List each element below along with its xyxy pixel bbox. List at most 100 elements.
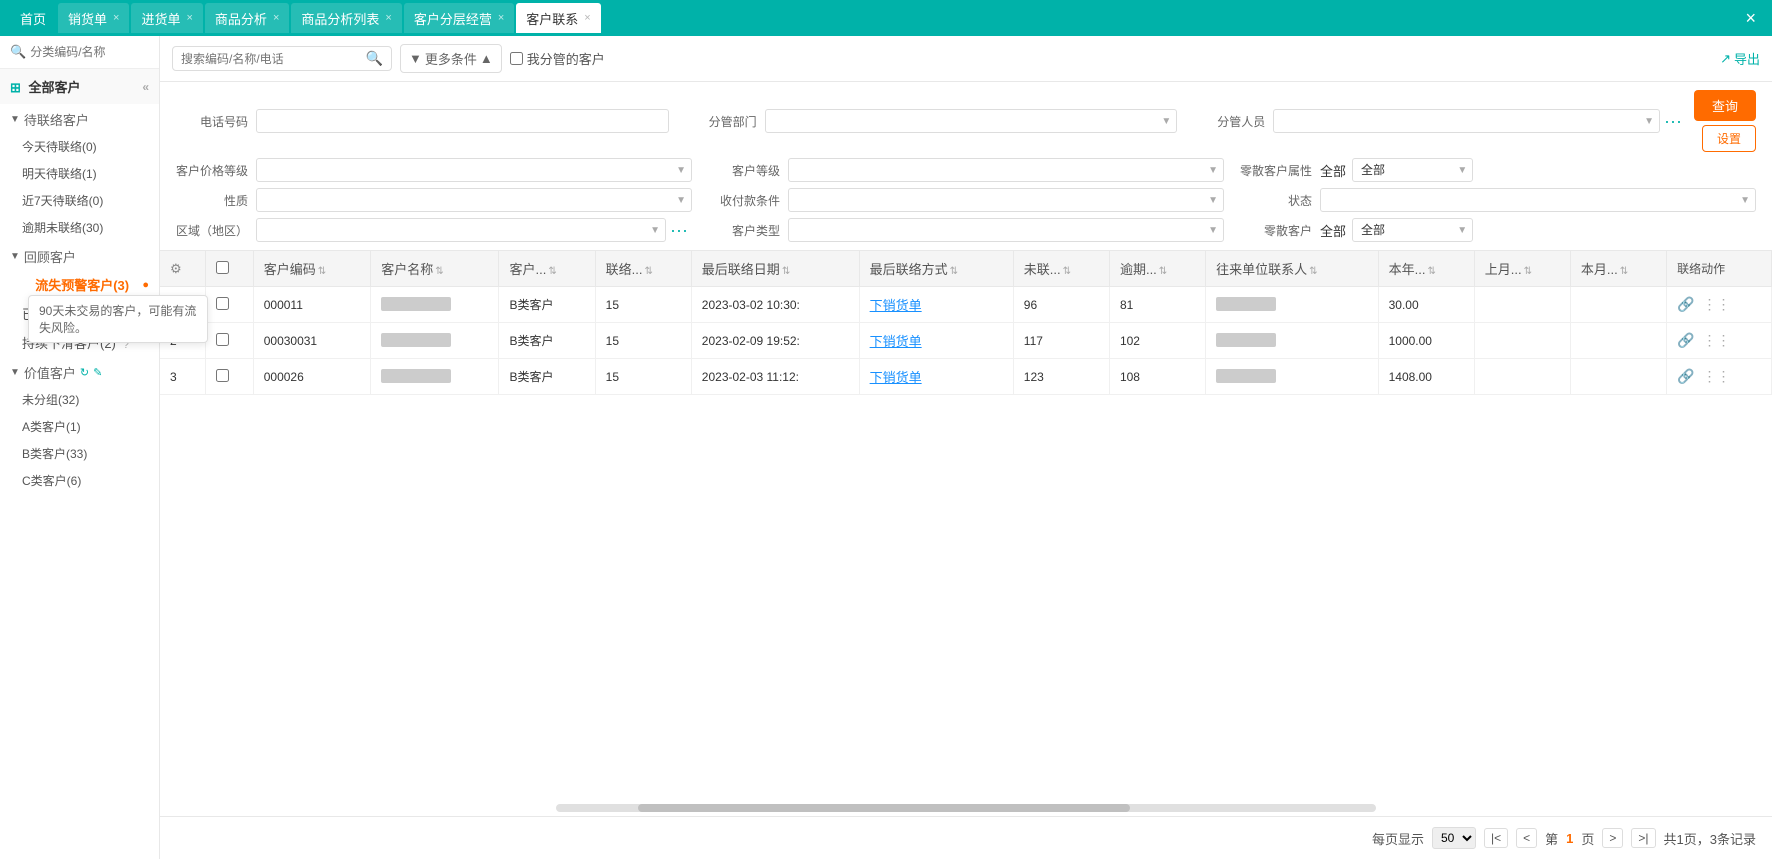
sidebar-all-customers[interactable]: ⊞ 全部客户 « bbox=[0, 69, 159, 104]
pagination: 每页显示 50 |< < 第 1 页 > >| 共1页，3条记录 bbox=[160, 816, 1772, 859]
my-customers-checkbox[interactable] bbox=[510, 52, 523, 65]
label-zero-customer: 零散客户 bbox=[1240, 222, 1320, 239]
edit-icon[interactable]: ✎ bbox=[93, 366, 102, 379]
th-settings[interactable]: ⚙ bbox=[160, 251, 205, 287]
td-overdue-0: 81 bbox=[1109, 287, 1205, 323]
select-payment[interactable] bbox=[788, 188, 1224, 212]
sidebar-group-review[interactable]: ▼ 回顾客户 bbox=[0, 241, 159, 270]
next-page-btn[interactable]: > bbox=[1602, 828, 1623, 848]
close-tab-customer-contact[interactable]: × bbox=[584, 12, 590, 24]
table-settings-icon[interactable]: ⚙ bbox=[170, 261, 182, 276]
sidebar-item-7days[interactable]: 近7天待联络(0) bbox=[0, 187, 159, 214]
select-zero-customer[interactable]: 全部 bbox=[1352, 218, 1473, 242]
select-status[interactable] bbox=[1320, 188, 1756, 212]
my-customers-check[interactable]: 我分管的客户 bbox=[510, 49, 605, 68]
main-layout: 🔍 ⊞ 全部客户 « ▼ 待联络客户 今天待联络(0) 明天待联络(1) 近7天… bbox=[0, 36, 1772, 859]
action-more-2[interactable]: ⋮⋮ bbox=[1703, 368, 1731, 385]
current-page: 1 bbox=[1566, 831, 1573, 846]
prev-page-btn[interactable]: < bbox=[1516, 828, 1537, 848]
settings-button[interactable]: 设置 bbox=[1702, 125, 1756, 152]
th-name: 客户名称⇅ bbox=[371, 251, 499, 287]
input-phone[interactable] bbox=[256, 109, 669, 133]
td-overdue-1: 102 bbox=[1109, 323, 1205, 359]
td-way-1[interactable]: 下销货单 bbox=[859, 323, 1013, 359]
refresh-icon[interactable]: ↻ bbox=[80, 366, 89, 379]
sidebar-item-class-c[interactable]: C类客户(6) bbox=[0, 467, 159, 494]
select-customer-type[interactable] bbox=[788, 218, 1224, 242]
sidebar-group-pending[interactable]: ▼ 待联络客户 bbox=[0, 104, 159, 133]
more-region-btn[interactable]: ··· bbox=[666, 220, 692, 241]
sidebar-item-ungroup[interactable]: 未分组(32) bbox=[0, 386, 159, 413]
window-close-button[interactable]: × bbox=[1737, 8, 1764, 29]
th-checkbox bbox=[205, 251, 253, 287]
td-way-0[interactable]: 下销货单 bbox=[859, 287, 1013, 323]
sidebar-item-tomorrow[interactable]: 明天待联络(1) bbox=[0, 160, 159, 187]
sidebar-item-class-b[interactable]: B类客户(33) bbox=[0, 440, 159, 467]
action-link-0[interactable]: 🔗 bbox=[1677, 296, 1694, 313]
row-checkbox-1[interactable] bbox=[216, 333, 229, 346]
nav-home[interactable]: 首页 bbox=[8, 9, 58, 28]
export-button[interactable]: ↗ 导出 bbox=[1720, 49, 1760, 68]
select-dept[interactable] bbox=[765, 109, 1178, 133]
sidebar-item-overdue[interactable]: 逾期未联络(30) bbox=[0, 214, 159, 241]
nav-tab-sales[interactable]: 销货单 × bbox=[58, 3, 129, 33]
zero-attr-value: 全部 bbox=[1320, 161, 1346, 180]
chevron-up-icon: ▲ bbox=[480, 51, 493, 66]
close-tab-analysis[interactable]: × bbox=[273, 12, 279, 24]
select-person[interactable] bbox=[1273, 109, 1660, 133]
fake-scrollbar[interactable] bbox=[556, 804, 1376, 812]
nav-tab-analysis[interactable]: 商品分析 × bbox=[205, 3, 289, 33]
td-check-0[interactable] bbox=[205, 287, 253, 323]
label-payment: 收付款条件 bbox=[708, 192, 788, 209]
last-page-btn[interactable]: >| bbox=[1631, 828, 1655, 848]
nav-tab-customer-layer[interactable]: 客户分层经营 × bbox=[404, 3, 514, 33]
close-tab-analysis-list[interactable]: × bbox=[385, 12, 391, 24]
action-more-1[interactable]: ⋮⋮ bbox=[1703, 332, 1731, 349]
table-header-row: ⚙ 客户编码⇅ 客户名称⇅ 客户...⇅ bbox=[160, 251, 1772, 287]
td-check-2[interactable] bbox=[205, 359, 253, 395]
field-status: 状态 ▼ bbox=[1240, 188, 1756, 212]
row-checkbox-0[interactable] bbox=[216, 297, 229, 310]
row-checkbox-2[interactable] bbox=[216, 369, 229, 382]
page-suffix: 页 bbox=[1581, 829, 1594, 848]
nav-tab-purchase[interactable]: 进货单 × bbox=[131, 3, 202, 33]
td-actions-2: 🔗 ⋮⋮ bbox=[1667, 359, 1772, 395]
search-input[interactable] bbox=[181, 52, 366, 66]
td-way-2[interactable]: 下销货单 bbox=[859, 359, 1013, 395]
per-page-select[interactable]: 50 bbox=[1432, 827, 1476, 849]
td-actions-0: 🔗 ⋮⋮ bbox=[1667, 287, 1772, 323]
nav-tab-analysis-list[interactable]: 商品分析列表 × bbox=[291, 3, 401, 33]
first-page-btn[interactable]: |< bbox=[1484, 828, 1508, 848]
td-uncontacted-2: 123 bbox=[1013, 359, 1109, 395]
more-conditions-btn[interactable]: ▼ 更多条件 ▲ bbox=[400, 44, 502, 73]
filter-icon: ▼ bbox=[409, 51, 422, 66]
more-person-btn[interactable]: ··· bbox=[1660, 111, 1686, 132]
close-tab-sales[interactable]: × bbox=[113, 12, 119, 24]
action-link-2[interactable]: 🔗 bbox=[1677, 368, 1694, 385]
td-thisyear-2: 1408.00 bbox=[1378, 359, 1474, 395]
action-more-0[interactable]: ⋮⋮ bbox=[1703, 296, 1731, 313]
adv-filter-row-4: 区域（地区） ▼ ··· 客户类型 ▼ 零散客户 全部 bbox=[176, 218, 1756, 242]
action-link-1[interactable]: 🔗 bbox=[1677, 332, 1694, 349]
query-button[interactable]: 查询 bbox=[1694, 90, 1756, 121]
close-tab-customer-layer[interactable]: × bbox=[498, 12, 504, 24]
sidebar-search-input[interactable] bbox=[30, 45, 160, 59]
sidebar-item-class-a[interactable]: A类客户(1) bbox=[0, 413, 159, 440]
select-region[interactable] bbox=[256, 218, 666, 242]
sidebar-tooltip: 90天未交易的客户，可能有流失风险。 bbox=[28, 295, 160, 343]
td-check-1[interactable] bbox=[205, 323, 253, 359]
table-row: 1 000011 B类客户 15 2023-03-02 10:30: 下销货单 … bbox=[160, 287, 1772, 323]
nav-tab-customer-contact[interactable]: 客户联系 × bbox=[516, 3, 600, 33]
search-icon: 🔍 bbox=[366, 50, 383, 67]
td-lastmonth-2 bbox=[1474, 359, 1570, 395]
sidebar-group-value[interactable]: ▼ 价值客户 ↻ ✎ bbox=[0, 357, 159, 386]
select-nature[interactable] bbox=[256, 188, 692, 212]
select-price-level[interactable] bbox=[256, 158, 692, 182]
select-zero-attr[interactable]: 全部 bbox=[1352, 158, 1473, 182]
select-all-checkbox[interactable] bbox=[216, 261, 229, 274]
close-tab-purchase[interactable]: × bbox=[186, 12, 192, 24]
select-customer-level[interactable] bbox=[788, 158, 1224, 182]
table-row: 2 00030031 B类客户 15 2023-02-09 19:52: 下销货… bbox=[160, 323, 1772, 359]
td-seq-2: 3 bbox=[160, 359, 205, 395]
sidebar-item-today[interactable]: 今天待联络(0) bbox=[0, 133, 159, 160]
